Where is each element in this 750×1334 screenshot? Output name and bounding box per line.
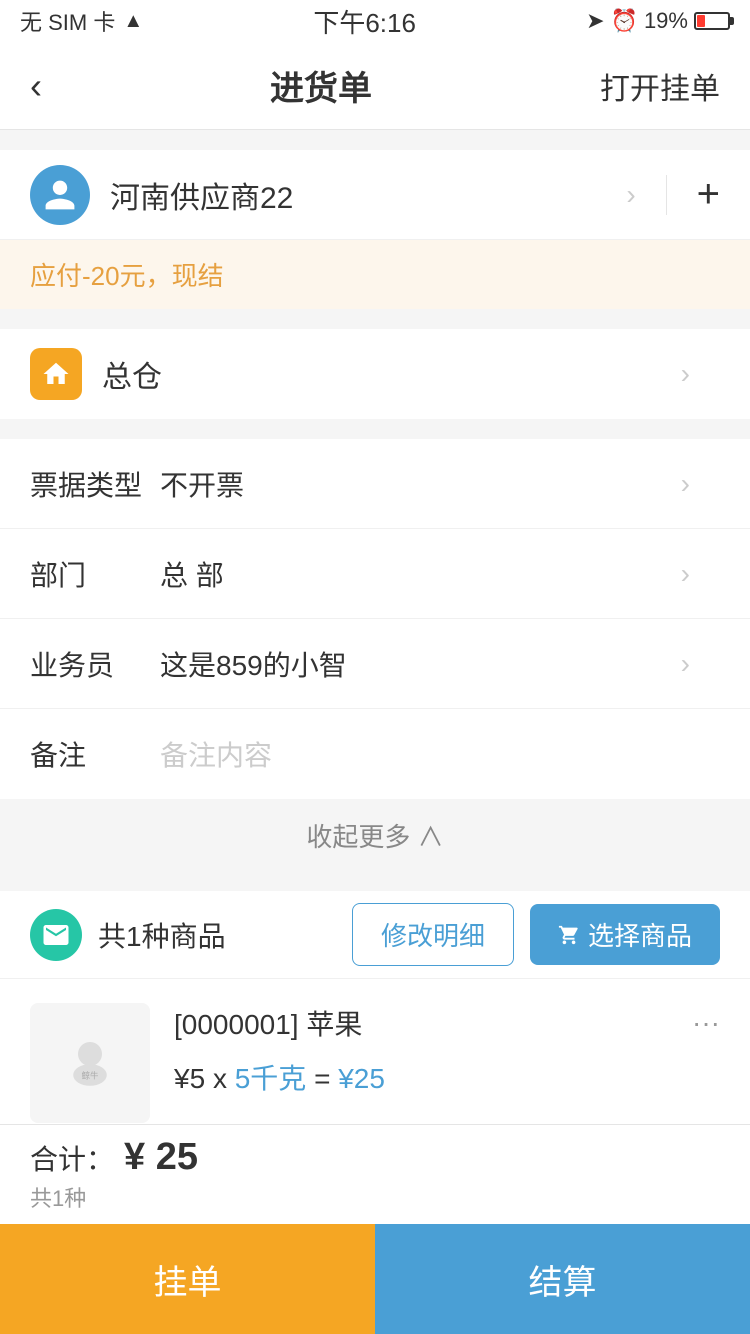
invoice-value: 不开票 — [160, 464, 681, 504]
time-label: 下午6:16 — [313, 3, 416, 40]
unit-price: ¥5 — [174, 1063, 205, 1094]
edit-detail-button[interactable]: 修改明细 — [352, 903, 514, 966]
user-icon — [42, 177, 78, 213]
sales-label: 业务员 — [30, 644, 160, 684]
status-bar: 无 SIM 卡 ▲ 下午6:16 ➤ ⏰ 19% — [0, 0, 750, 42]
supplier-row[interactable]: 河南供应商22 › + — [0, 150, 750, 240]
supplier-name: 河南供应商22 — [110, 173, 626, 217]
subtotal: ¥25 — [338, 1063, 385, 1094]
checkout-button[interactable]: 结算 — [375, 1224, 750, 1334]
divider-1 — [0, 130, 750, 150]
cart-icon — [558, 924, 580, 946]
add-supplier-button[interactable]: + — [697, 172, 720, 217]
sales-row[interactable]: 业务员 这是859的小智 › — [0, 619, 750, 709]
divider-2 — [0, 309, 750, 329]
product-header-icon-container — [30, 909, 82, 961]
warehouse-chevron: › — [681, 358, 690, 390]
remark-value: 备注内容 — [160, 734, 720, 774]
nav-bar: ‹ 进货单 打开挂单 — [0, 42, 750, 130]
battery-label: 19% — [644, 8, 688, 34]
summary-amount: ¥ 25 — [124, 1136, 198, 1179]
battery-icon — [694, 12, 730, 30]
invoice-label: 票据类型 — [30, 464, 160, 504]
product-info: [0000001] 苹果 ¥5 x 5千克 = ¥25 — [174, 1003, 692, 1097]
product-thumb-icon: 鲸牛 — [60, 1033, 120, 1093]
supplier-avatar — [30, 165, 90, 225]
supplier-card: 河南供应商22 › + 应付-20元，现结 — [0, 150, 750, 309]
bottom-actions: 挂单 结算 — [0, 1224, 750, 1334]
supplier-notice: 应付-20元，现结 — [0, 240, 750, 309]
invoice-chevron: › — [681, 468, 690, 500]
wifi-icon: ▲ — [123, 10, 143, 33]
sales-chevron: › — [681, 648, 690, 680]
supplier-chevron: › — [626, 179, 635, 211]
status-left: 无 SIM 卡 ▲ — [20, 5, 143, 37]
carrier-label: 无 SIM 卡 — [20, 5, 115, 37]
remark-label: 备注 — [30, 734, 160, 774]
dept-label: 部门 — [30, 554, 160, 594]
back-button[interactable]: ‹ — [30, 65, 42, 107]
summary-label: 合计： — [30, 1138, 114, 1178]
page-title: 进货单 — [270, 61, 372, 110]
product-header: 共1种商品 修改明细 选择商品 — [0, 891, 750, 979]
product-item: 鲸牛 [0000001] 苹果 ¥5 x 5千克 = ¥25 ··· — [0, 979, 750, 1148]
product-title: 苹果 — [306, 1009, 362, 1040]
quantity: 5千克 — [235, 1063, 307, 1094]
select-product-label: 选择商品 — [588, 916, 692, 953]
price-separator: x — [213, 1063, 235, 1094]
product-count-label: 共1种商品 — [98, 915, 352, 955]
warehouse-name: 总仓 — [102, 352, 681, 396]
supplier-divider — [666, 175, 667, 215]
product-thumbnail: 鲸牛 — [30, 1003, 150, 1123]
invoice-row[interactable]: 票据类型 不开票 › — [0, 439, 750, 529]
location-icon: ➤ — [586, 8, 604, 34]
warehouse-icon — [41, 359, 71, 389]
dept-chevron: › — [681, 558, 690, 590]
product-section: 共1种商品 修改明细 选择商品 鲸牛 [0000001] 苹果 ¥5 x — [0, 891, 750, 1148]
summary-count: 共1种 — [30, 1181, 720, 1213]
product-price: ¥5 x 5千克 = ¥25 — [174, 1057, 692, 1097]
dept-row[interactable]: 部门 总 部 › — [0, 529, 750, 619]
product-code: [0000001] — [174, 1009, 299, 1040]
product-icon — [41, 920, 71, 950]
warehouse-row[interactable]: 总仓 › — [0, 329, 750, 419]
bottom-area: 合计： ¥ 25 共1种 挂单 结算 — [0, 1124, 750, 1334]
pending-button[interactable]: 挂单 — [0, 1224, 375, 1334]
product-name: [0000001] 苹果 — [174, 1003, 692, 1043]
dept-value: 总 部 — [160, 554, 681, 594]
status-right: ➤ ⏰ 19% — [586, 8, 730, 34]
product-more-button[interactable]: ··· — [692, 1003, 720, 1039]
warehouse-icon-container — [30, 348, 82, 400]
select-product-button[interactable]: 选择商品 — [530, 904, 720, 965]
open-pending-button[interactable]: 打开挂单 — [600, 64, 720, 108]
bottom-summary: 合计： ¥ 25 共1种 — [0, 1124, 750, 1224]
summary-info: 合计： ¥ 25 共1种 — [30, 1136, 720, 1213]
equals: = — [314, 1063, 338, 1094]
form-section: 票据类型 不开票 › 部门 总 部 › 业务员 这是859的小智 › 备注 备注… — [0, 439, 750, 799]
remark-row[interactable]: 备注 备注内容 — [0, 709, 750, 799]
svg-text:鲸牛: 鲸牛 — [82, 1071, 99, 1081]
alarm-icon: ⏰ — [611, 8, 638, 34]
summary-row: 合计： ¥ 25 — [30, 1136, 720, 1179]
collapse-more-button[interactable]: 收起更多 ∧ — [0, 799, 750, 871]
sales-value: 这是859的小智 — [160, 644, 681, 684]
